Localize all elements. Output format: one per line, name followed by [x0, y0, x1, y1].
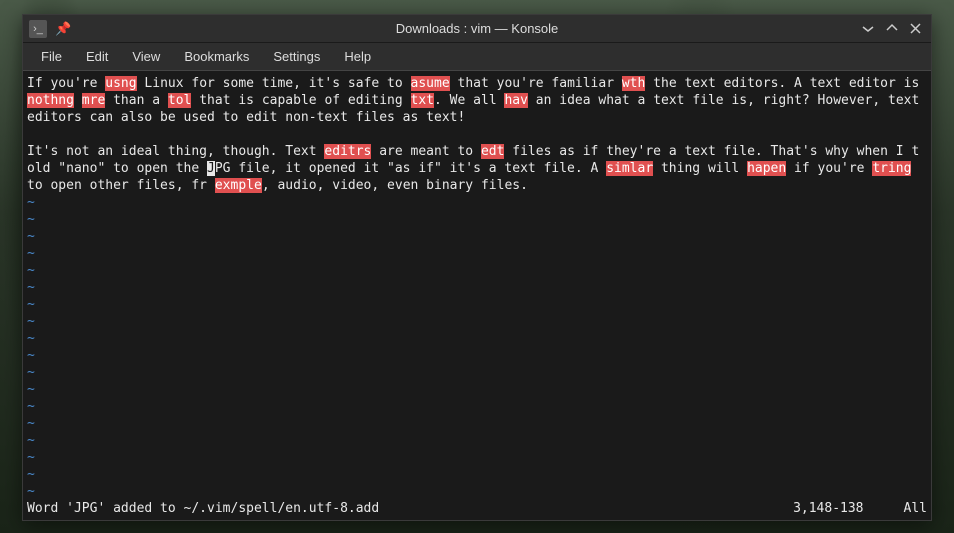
text: . We all: [434, 93, 504, 108]
scroll-position: All: [904, 500, 927, 517]
empty-line-tilde: ~: [27, 195, 35, 210]
cursor: J: [207, 161, 215, 176]
menu-help[interactable]: Help: [332, 45, 383, 68]
app-icon: ›_: [29, 20, 47, 38]
empty-line-tilde: ~: [27, 348, 35, 363]
spell-error: hapen: [747, 161, 786, 176]
spell-error: tring: [872, 161, 911, 176]
text: , audio, video, even binary files.: [262, 178, 528, 193]
empty-line-tilde: ~: [27, 212, 35, 227]
konsole-window: ›_ 📌 Downloads : vim — Konsole File Edit…: [22, 14, 932, 521]
empty-line-tilde: ~: [27, 297, 35, 312]
text: than a: [105, 93, 168, 108]
empty-line-tilde: ~: [27, 314, 35, 329]
empty-line-tilde: ~: [27, 263, 35, 278]
menu-bookmarks[interactable]: Bookmarks: [172, 45, 261, 68]
text: thing will: [653, 161, 747, 176]
empty-line-tilde: ~: [27, 280, 35, 295]
text: [74, 93, 82, 108]
spell-error: mre: [82, 93, 105, 108]
close-icon[interactable]: [910, 21, 921, 37]
spell-error: exmple: [215, 178, 262, 193]
empty-line-tilde: ~: [27, 467, 35, 482]
maximize-icon[interactable]: [886, 21, 898, 37]
empty-line-tilde: ~: [27, 331, 35, 346]
menubar: File Edit View Bookmarks Settings Help: [23, 43, 931, 71]
spell-error: simlar: [606, 161, 653, 176]
minimize-icon[interactable]: [862, 21, 874, 37]
text: If you're: [27, 76, 105, 91]
text: are meant to: [371, 144, 481, 159]
pin-icon[interactable]: 📌: [55, 21, 71, 37]
text: that you're familiar: [450, 76, 622, 91]
terminal-area[interactable]: If you're usng Linux for some time, it's…: [23, 71, 931, 520]
empty-line-tilde: ~: [27, 382, 35, 397]
menu-edit[interactable]: Edit: [74, 45, 120, 68]
menu-file[interactable]: File: [29, 45, 74, 68]
text: if you're: [786, 161, 872, 176]
status-message: Word 'JPG' added to ~/.vim/spell/en.utf-…: [27, 500, 379, 517]
spell-error: wth: [622, 76, 645, 91]
spell-error: usng: [105, 76, 136, 91]
empty-line-tilde: ~: [27, 416, 35, 431]
spell-error: txt: [411, 93, 434, 108]
empty-line-tilde: ~: [27, 365, 35, 380]
text: Linux for some time, it's safe to: [137, 76, 411, 91]
window-title: Downloads : vim — Konsole: [23, 21, 931, 36]
titlebar[interactable]: ›_ 📌 Downloads : vim — Konsole: [23, 15, 931, 43]
text: that is capable of editing: [191, 93, 410, 108]
menu-view[interactable]: View: [120, 45, 172, 68]
spell-error: nothng: [27, 93, 74, 108]
empty-line-tilde: ~: [27, 484, 35, 499]
vim-status-line: Word 'JPG' added to ~/.vim/spell/en.utf-…: [27, 500, 927, 517]
empty-line-tilde: ~: [27, 399, 35, 414]
menu-settings[interactable]: Settings: [261, 45, 332, 68]
empty-line-tilde: ~: [27, 450, 35, 465]
spell-error: editrs: [324, 144, 371, 159]
text: It's not an ideal thing, though. Text: [27, 144, 324, 159]
spell-error: edt: [481, 144, 504, 159]
text: file, it opened it "as if" it's a text f…: [231, 161, 607, 176]
cursor-position: 3,148-138: [793, 500, 863, 517]
empty-line-tilde: ~: [27, 229, 35, 244]
spell-error: asume: [411, 76, 450, 91]
text: PG: [215, 161, 231, 176]
empty-line-tilde: ~: [27, 433, 35, 448]
spell-error: tol: [168, 93, 191, 108]
blank-line: [27, 127, 35, 142]
text: the text editors. A text editor is: [645, 76, 927, 91]
empty-line-tilde: ~: [27, 246, 35, 261]
spell-error: hav: [504, 93, 527, 108]
